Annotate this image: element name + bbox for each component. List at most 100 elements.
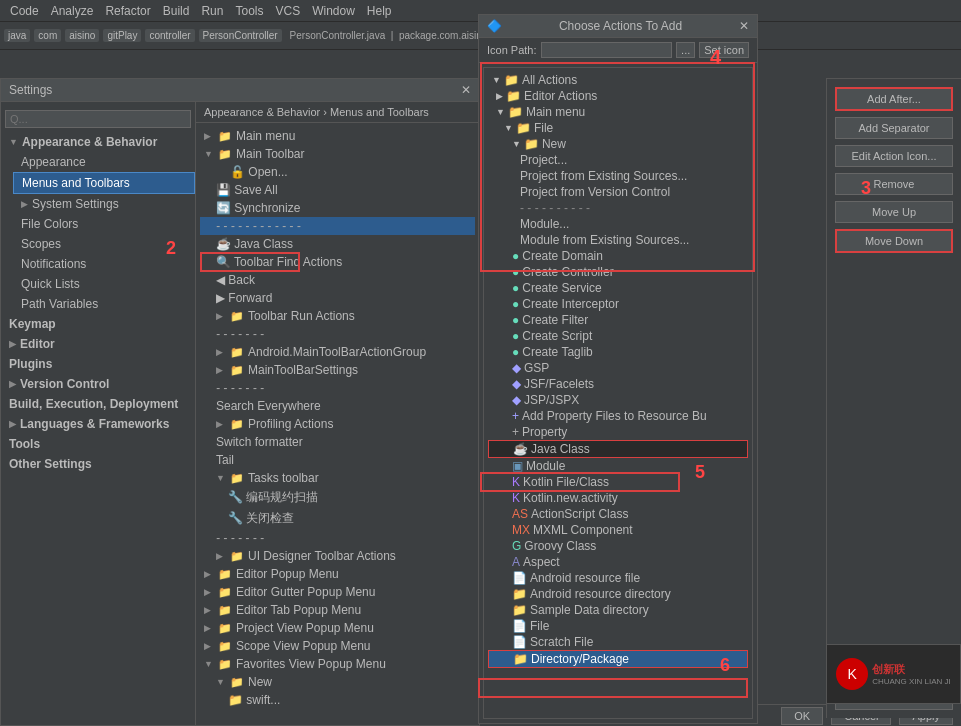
nav-item-other[interactable]: Other Settings	[1, 454, 195, 474]
dtree-jsp-jspx[interactable]: ◆ JSP/JSPX	[488, 392, 748, 408]
tree-editor-gutter-popup[interactable]: ▶ 📁 Editor Gutter Popup Menu	[200, 583, 475, 601]
nav-item-system-settings[interactable]: ▶ System Settings	[13, 194, 195, 214]
tree-swift[interactable]: 📁 swift...	[200, 691, 475, 709]
dtree-module-existing[interactable]: Module from Existing Sources...	[488, 232, 748, 248]
dtree-android-resource-dir[interactable]: 📁 Android resource directory	[488, 586, 748, 602]
dtree-new[interactable]: ▼ 📁 New	[488, 136, 748, 152]
tree-separator-selected[interactable]: - - - - - - - - - - - -	[200, 217, 475, 235]
dtree-mxml-component[interactable]: MX MXML Component	[488, 522, 748, 538]
nav-item-file-colors[interactable]: File Colors	[13, 214, 195, 234]
dtree-file-item[interactable]: 📄 File	[488, 618, 748, 634]
dtree-create-interceptor[interactable]: ● Create Interceptor	[488, 296, 748, 312]
tree-new-folder[interactable]: ▼ 📁 New	[200, 673, 475, 691]
toolbar-aisino[interactable]: aisino	[65, 29, 99, 42]
dtree-module-item[interactable]: ▣ Module	[488, 458, 748, 474]
nav-item-languages[interactable]: ▶ Languages & Frameworks	[1, 414, 195, 434]
tree-scope-view-popup[interactable]: ▶ 📁 Scope View Popup Menu	[200, 637, 475, 655]
move-down-button[interactable]: Move Down	[835, 229, 953, 253]
tree-main-toolbar-settings[interactable]: ▶ 📁 MainToolBarSettings	[200, 361, 475, 379]
tree-save-all[interactable]: 💾 Save All	[200, 181, 475, 199]
tree-forward[interactable]: ▶ Forward	[200, 289, 475, 307]
tree-toolbar-run[interactable]: ▶ 📁 Toolbar Run Actions	[200, 307, 475, 325]
menu-run[interactable]: Run	[195, 4, 229, 18]
dtree-android-resource-file[interactable]: 📄 Android resource file	[488, 570, 748, 586]
toolbar-com[interactable]: com	[34, 29, 61, 42]
nav-item-appearance-behavior[interactable]: ▼ Appearance & Behavior	[1, 132, 195, 152]
nav-item-quick-lists[interactable]: Quick Lists	[13, 274, 195, 294]
nav-item-path-variables[interactable]: Path Variables	[13, 294, 195, 314]
tree-profiling-actions[interactable]: ▶ 📁 Profiling Actions	[200, 415, 475, 433]
nav-item-keymap[interactable]: Keymap	[1, 314, 195, 334]
edit-action-icon-button[interactable]: Edit Action Icon...	[835, 145, 953, 167]
dtree-module[interactable]: Module...	[488, 216, 748, 232]
tree-synchronize[interactable]: 🔄 Synchronize	[200, 199, 475, 217]
tree-favorites-view-popup[interactable]: ▼ 📁 Favorites View Popup Menu	[200, 655, 475, 673]
tree-open[interactable]: 🔓 Open...	[200, 163, 475, 181]
nav-item-menus-toolbars[interactable]: Menus and Toolbars	[13, 172, 195, 194]
menu-code[interactable]: Code	[4, 4, 45, 18]
nav-item-appearance[interactable]: Appearance	[13, 152, 195, 172]
dtree-all-actions[interactable]: ▼ 📁 All Actions	[488, 72, 748, 88]
menu-build[interactable]: Build	[157, 4, 196, 18]
dtree-project-vcs[interactable]: Project from Version Control	[488, 184, 748, 200]
add-after-button[interactable]: Add After...	[835, 87, 953, 111]
dtree-editor-actions[interactable]: ▶ 📁 Editor Actions	[488, 88, 748, 104]
dtree-main-menu[interactable]: ▼ 📁 Main menu	[488, 104, 748, 120]
dtree-java-class[interactable]: ☕ Java Class	[488, 440, 748, 458]
ok-button[interactable]: OK	[781, 707, 823, 725]
toolbar-controller[interactable]: controller	[145, 29, 194, 42]
menu-analyze[interactable]: Analyze	[45, 4, 100, 18]
toolbar-personcontroller[interactable]: PersonController	[199, 29, 282, 42]
tree-main-toolbar[interactable]: ▼ 📁 Main Toolbar	[200, 145, 475, 163]
dtree-create-service[interactable]: ● Create Service	[488, 280, 748, 296]
nav-item-scopes[interactable]: Scopes	[13, 234, 195, 254]
tree-back[interactable]: ◀ Back	[200, 271, 475, 289]
dtree-groovy-class[interactable]: G Groovy Class	[488, 538, 748, 554]
tree-sep4[interactable]: - - - - - - -	[200, 529, 475, 547]
tree-main-menu[interactable]: ▶ 📁 Main menu	[200, 127, 475, 145]
dtree-project-existing[interactable]: Project from Existing Sources...	[488, 168, 748, 184]
settings-search-input[interactable]	[5, 110, 191, 128]
dtree-kotlin-activity[interactable]: K Kotlin.new.activity	[488, 490, 748, 506]
dtree-create-taglib[interactable]: ● Create Taglib	[488, 344, 748, 360]
add-separator-button[interactable]: Add Separator	[835, 117, 953, 139]
tree-close-check[interactable]: 🔧 关闭检查	[200, 508, 475, 529]
tree-search-everywhere[interactable]: Search Everywhere	[200, 397, 475, 415]
menu-vcs[interactable]: VCS	[269, 4, 306, 18]
dtree-kotlin-file[interactable]: K Kotlin File/Class	[488, 474, 748, 490]
tree-project-view-popup[interactable]: ▶ 📁 Project View Popup Menu	[200, 619, 475, 637]
dtree-actionscript-class[interactable]: AS ActionScript Class	[488, 506, 748, 522]
dtree-create-script[interactable]: ● Create Script	[488, 328, 748, 344]
toolbar-gitplay[interactable]: gitPlay	[103, 29, 141, 42]
tree-tasks-toolbar[interactable]: ▼ 📁 Tasks toolbar	[200, 469, 475, 487]
tree-editor-tab-popup[interactable]: ▶ 📁 Editor Tab Popup Menu	[200, 601, 475, 619]
tree-editor-popup[interactable]: ▶ 📁 Editor Popup Menu	[200, 565, 475, 583]
tree-sep3[interactable]: - - - - - - -	[200, 379, 475, 397]
dtree-gsp[interactable]: ◆ GSP	[488, 360, 748, 376]
tree-java-class[interactable]: ☕ Java Class	[200, 235, 475, 253]
tree-tail[interactable]: Tail	[200, 451, 475, 469]
tree-switch-formatter[interactable]: Switch formatter	[200, 433, 475, 451]
browse-icon-button[interactable]: ...	[676, 42, 695, 58]
dtree-scratch-file[interactable]: 📄 Scratch File	[488, 634, 748, 650]
dtree-create-controller[interactable]: ● Create Controller	[488, 264, 748, 280]
dtree-create-filter[interactable]: ● Create Filter	[488, 312, 748, 328]
menu-help[interactable]: Help	[361, 4, 398, 18]
move-up-button[interactable]: Move Up	[835, 201, 953, 223]
set-icon-button[interactable]: Set icon	[699, 42, 749, 58]
nav-item-editor[interactable]: ▶ Editor	[1, 334, 195, 354]
dtree-file[interactable]: ▼ 📁 File	[488, 120, 748, 136]
dtree-more[interactable]: ...	[488, 668, 748, 684]
tree-sep2[interactable]: - - - - - - -	[200, 325, 475, 343]
menu-tools[interactable]: Tools	[229, 4, 269, 18]
dtree-sample-data-dir[interactable]: 📁 Sample Data directory	[488, 602, 748, 618]
dtree-add-property[interactable]: + Add Property Files to Resource Bu	[488, 408, 748, 424]
tree-ui-designer[interactable]: ▶ 📁 UI Designer Toolbar Actions	[200, 547, 475, 565]
icon-path-input[interactable]	[541, 42, 673, 58]
dtree-create-domain[interactable]: ● Create Domain	[488, 248, 748, 264]
tree-android-main[interactable]: ▶ 📁 Android.MainToolBarActionGroup	[200, 343, 475, 361]
dtree-jsf-facelets[interactable]: ◆ JSF/Facelets	[488, 376, 748, 392]
remove-button[interactable]: Remove	[835, 173, 953, 195]
dtree-directory-package[interactable]: 📁 Directory/Package	[488, 650, 748, 668]
menu-window[interactable]: Window	[306, 4, 361, 18]
